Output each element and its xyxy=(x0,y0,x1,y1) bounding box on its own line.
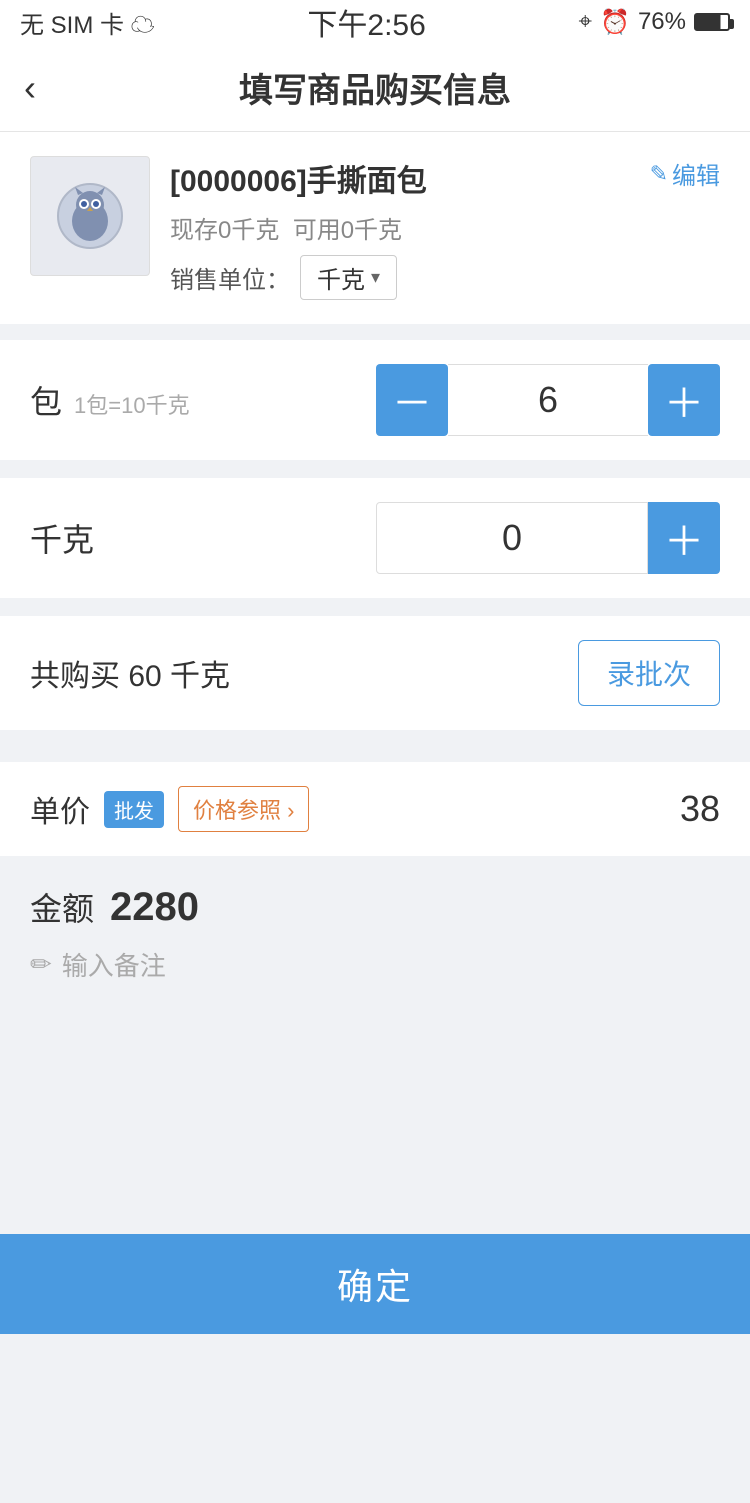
note-row[interactable]: ✏ 输入备注 xyxy=(30,946,720,983)
price-row: 单价 批发 价格参照 › 38 xyxy=(30,786,720,832)
page-title: 填写商品购买信息 xyxy=(239,63,511,112)
page-spacer xyxy=(0,1003,750,1403)
location-icon: ⌖ xyxy=(579,8,593,36)
pack-controls: － 6 ＋ xyxy=(376,364,720,436)
price-left: 单价 批发 价格参照 › xyxy=(30,786,309,832)
sim-label: 无 SIM 卡 ☁ xyxy=(20,5,155,40)
product-logo-icon xyxy=(55,181,125,251)
alarm-icon: ⏰ xyxy=(600,8,630,37)
kg-plus-button[interactable]: ＋ xyxy=(648,502,720,574)
wholesale-badge: 批发 xyxy=(104,791,164,828)
status-bar: 无 SIM 卡 ☁ 下午2:56 ⌖ ⏰ 76% xyxy=(0,0,750,44)
section-divider-2 xyxy=(0,600,750,616)
pencil-icon: ✏ xyxy=(30,949,52,980)
amount-label: 金额 xyxy=(30,884,94,930)
edit-icon: ✎ xyxy=(650,161,668,187)
section-divider xyxy=(0,462,750,478)
nav-bar: ‹ 填写商品购买信息 xyxy=(0,44,750,132)
product-stock: 现存0千克 可用0千克 xyxy=(170,210,720,245)
pack-input-section: 包 1包=10千克 － 6 ＋ xyxy=(0,340,750,460)
product-section: [0000006]手撕面包 现存0千克 可用0千克 销售单位： 千克 ▾ ✎ 编… xyxy=(0,132,750,324)
price-label: 单价 xyxy=(30,787,90,831)
product-name: [0000006]手撕面包 xyxy=(170,156,720,200)
kg-value[interactable]: 0 xyxy=(376,502,648,574)
amount-section: 金额 2280 ✏ 输入备注 xyxy=(0,860,750,1003)
summary-text: 共购买 60 千克 xyxy=(30,651,230,695)
price-ref-button[interactable]: 价格参照 › xyxy=(178,786,309,832)
price-section: 单价 批发 价格参照 › 38 xyxy=(0,762,750,856)
edit-button[interactable]: ✎ 编辑 xyxy=(650,156,720,191)
battery-icon xyxy=(694,13,730,31)
status-right: ⌖ ⏰ 76% xyxy=(579,8,730,37)
note-placeholder: 输入备注 xyxy=(62,946,166,983)
amount-row: 金额 2280 xyxy=(30,884,720,930)
status-time: 下午2:56 xyxy=(307,0,425,44)
price-value[interactable]: 38 xyxy=(680,788,720,830)
unit-dropdown[interactable]: 千克 ▾ xyxy=(300,255,397,300)
kg-row: 千克 0 ＋ xyxy=(30,478,720,598)
product-info: [0000006]手撕面包 现存0千克 可用0千克 销售单位： 千克 ▾ xyxy=(170,156,720,300)
kg-label: 千克 xyxy=(30,515,94,561)
battery-label: 76% xyxy=(638,8,686,36)
pack-minus-button[interactable]: － xyxy=(376,364,448,436)
status-left: 无 SIM 卡 ☁ xyxy=(20,5,155,40)
pack-label: 包 1包=10千克 xyxy=(30,377,190,423)
kg-input-section: 千克 0 ＋ xyxy=(0,478,750,598)
kg-controls: 0 ＋ xyxy=(376,502,720,574)
pack-value[interactable]: 6 xyxy=(448,364,648,436)
pack-plus-button[interactable]: ＋ xyxy=(648,364,720,436)
section-divider-3 xyxy=(0,746,750,762)
back-button[interactable]: ‹ xyxy=(24,67,36,109)
pack-hint: 1包=10千克 xyxy=(74,388,190,420)
amount-value: 2280 xyxy=(110,885,199,930)
product-thumbnail xyxy=(30,156,150,276)
pack-row: 包 1包=10千克 － 6 ＋ xyxy=(30,340,720,460)
product-unit-row: 销售单位： 千克 ▾ xyxy=(170,255,720,300)
chevron-down-icon: ▾ xyxy=(371,267,380,288)
summary-section: 共购买 60 千克 录批次 xyxy=(0,616,750,730)
batch-button[interactable]: 录批次 xyxy=(578,640,720,706)
confirm-button[interactable]: 确定 xyxy=(0,1234,750,1334)
